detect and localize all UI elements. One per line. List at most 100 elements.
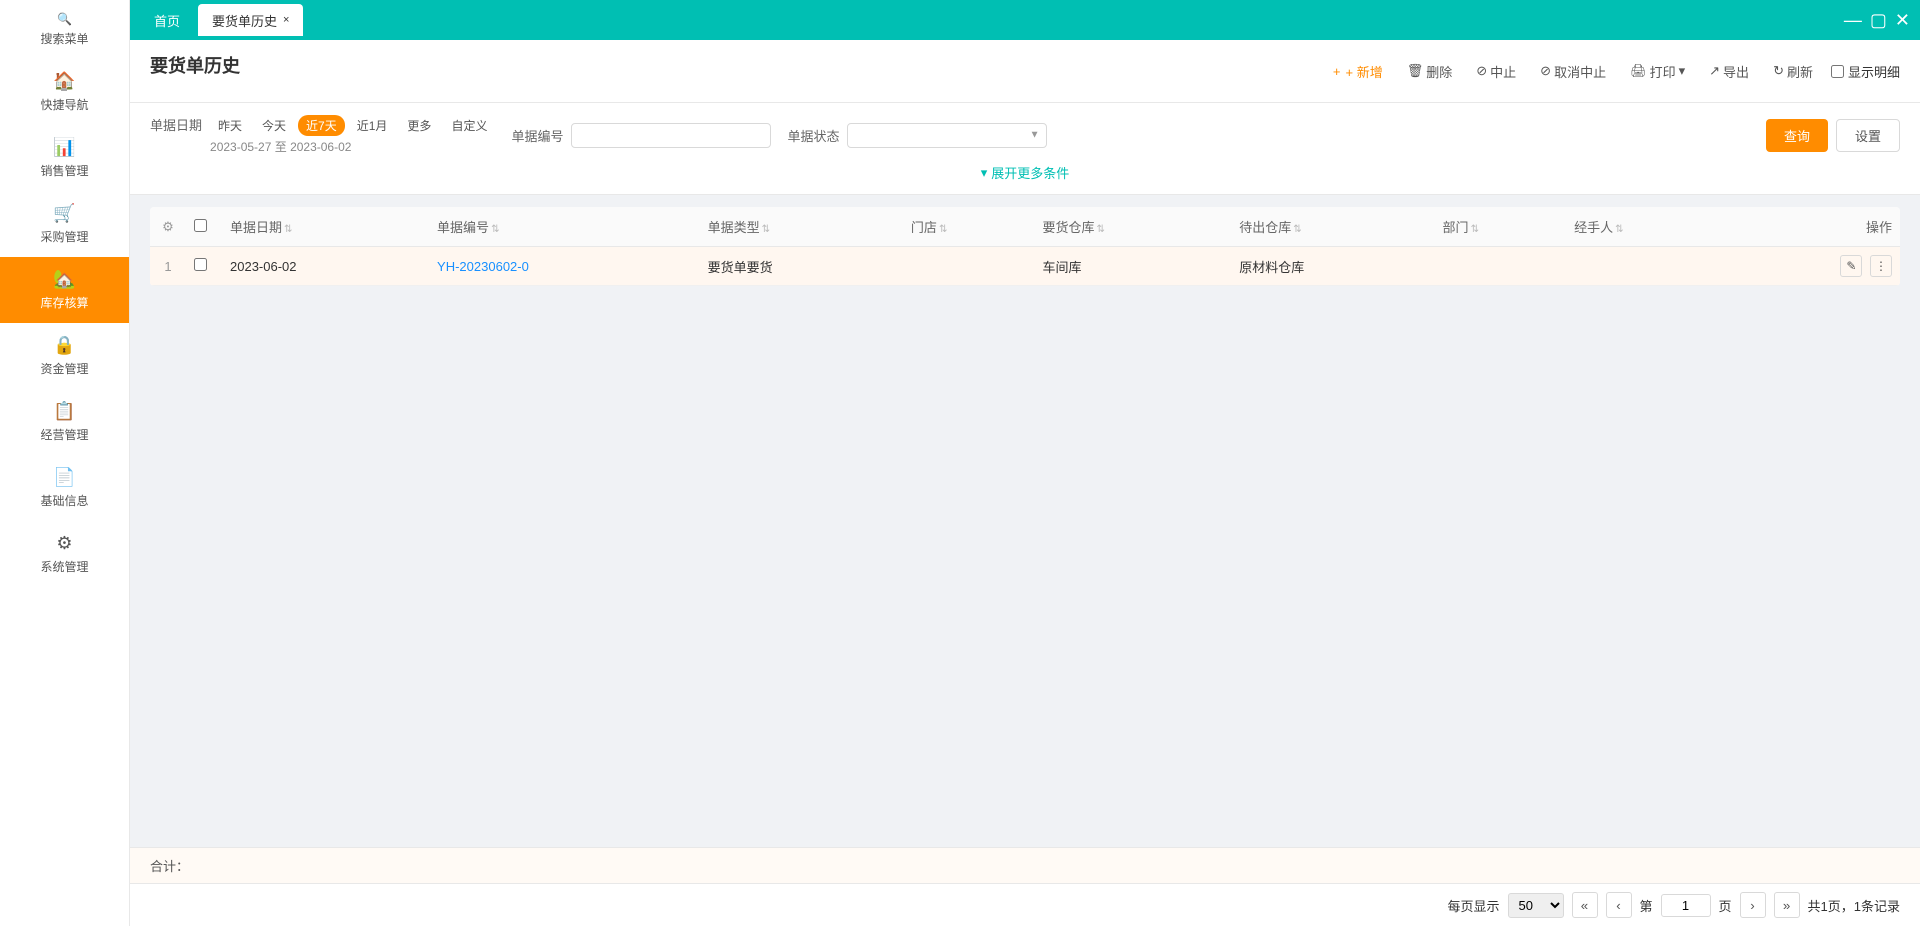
date-filter-label: 单据日期 bbox=[150, 115, 202, 134]
date-btn-1month[interactable]: 近1月 bbox=[349, 115, 396, 136]
th-req-warehouse: 要货仓库⇅ bbox=[1034, 207, 1231, 247]
per-page-select[interactable]: 10 20 50 100 bbox=[1508, 893, 1564, 918]
sort-handler-icon[interactable]: ⇅ bbox=[1615, 224, 1623, 235]
sidebar-item-purchase-mgmt[interactable]: 🛒 采购管理 bbox=[0, 191, 129, 257]
per-page-label: 每页显示 bbox=[1447, 896, 1499, 915]
sidebar-item-sales-mgmt[interactable]: 📊 销售管理 bbox=[0, 125, 129, 191]
expand-more-button[interactable]: ▾ 展开更多条件 bbox=[981, 163, 1070, 182]
expand-row: ▾ 展开更多条件 bbox=[150, 163, 1900, 182]
refresh-button[interactable]: ↻ 刷新 bbox=[1767, 58, 1819, 85]
data-table: ⚙ 单据日期⇅ 单据编号⇅ 单 bbox=[150, 207, 1900, 286]
status-filter-group: 单据状态 bbox=[787, 123, 1047, 148]
show-detail-checkbox[interactable] bbox=[1831, 65, 1844, 78]
sys-mgmt-icon: ⚙ bbox=[56, 533, 72, 554]
row-num: 1 bbox=[150, 247, 186, 286]
row-checkbox[interactable] bbox=[194, 258, 207, 271]
cancel-stop-button[interactable]: ⊘ 取消中止 bbox=[1534, 58, 1612, 85]
window-min-button[interactable]: — bbox=[1844, 10, 1862, 31]
row-more-button[interactable]: ⋮ bbox=[1870, 255, 1892, 277]
tab-active[interactable]: 要货单历史 × bbox=[198, 4, 303, 36]
filter-actions: 查询 设置 bbox=[1766, 119, 1900, 152]
pagination: 每页显示 10 20 50 100 « ‹ 第 页 › » 共1页，1条记录 bbox=[130, 883, 1920, 926]
window-max-button[interactable]: ▢ bbox=[1870, 10, 1887, 31]
date-btn-yesterday[interactable]: 昨天 bbox=[210, 115, 250, 136]
query-button[interactable]: 查询 bbox=[1766, 119, 1828, 152]
doc-no-input[interactable] bbox=[571, 123, 771, 148]
date-range-display: 2023-05-27 至 2023-06-02 bbox=[210, 138, 495, 155]
last-page-button[interactable]: » bbox=[1774, 892, 1800, 918]
new-button[interactable]: + + 新增 bbox=[1327, 58, 1389, 85]
sort-date-icon[interactable]: ⇅ bbox=[284, 224, 292, 235]
row-checkbox-cell bbox=[186, 247, 222, 286]
page: 要货单历史 + + 新增 🗑 删除 ⊘ 中止 ⊘ bbox=[130, 40, 1920, 926]
sidebar-item-sys-mgmt[interactable]: ⚙ 系统管理 bbox=[0, 521, 129, 587]
sort-dest-warehouse-icon[interactable]: ⇅ bbox=[1293, 224, 1301, 235]
date-btn-custom[interactable]: 自定义 bbox=[443, 115, 495, 136]
export-icon: ↗ bbox=[1709, 63, 1720, 79]
export-button[interactable]: ↗ 导出 bbox=[1703, 58, 1755, 85]
total-info: 共1页，1条记录 bbox=[1808, 896, 1900, 915]
row-edit-button[interactable]: ✎ bbox=[1840, 255, 1862, 277]
tab-home[interactable]: 首页 bbox=[140, 4, 194, 36]
sidebar-item-basic-info[interactable]: 📄 基础信息 bbox=[0, 455, 129, 521]
table-body: 1 2023-06-02 YH-20230602-0 要货单要货 车间库 原材料… bbox=[150, 247, 1900, 286]
select-all-checkbox[interactable] bbox=[194, 219, 207, 232]
search-icon: 🔍 bbox=[57, 12, 72, 26]
plus-icon: + bbox=[1333, 64, 1341, 79]
refresh-icon: ↻ bbox=[1773, 63, 1784, 79]
tab-close-icon[interactable]: × bbox=[283, 14, 289, 26]
page-number-input[interactable] bbox=[1661, 894, 1711, 917]
delete-button[interactable]: 🗑 删除 bbox=[1401, 58, 1459, 85]
stop-icon: ⊘ bbox=[1476, 63, 1487, 79]
table-footer: 合计： bbox=[130, 847, 1920, 883]
table-row: 1 2023-06-02 YH-20230602-0 要货单要货 车间库 原材料… bbox=[150, 247, 1900, 286]
chevron-down-icon: ▾ bbox=[981, 165, 988, 181]
window-close-button[interactable]: ✕ bbox=[1895, 10, 1910, 31]
sort-doc-type-icon[interactable]: ⇅ bbox=[762, 224, 770, 235]
date-btn-today[interactable]: 今天 bbox=[254, 115, 294, 136]
print-button[interactable]: 🖨 打印 ▾ bbox=[1624, 58, 1691, 85]
sidebar-item-ops-mgmt[interactable]: 📋 经营管理 bbox=[0, 389, 129, 455]
cancel-stop-icon: ⊘ bbox=[1540, 63, 1551, 79]
inventory-icon: 🏡 bbox=[53, 269, 75, 290]
date-btn-7days[interactable]: 近7天 bbox=[298, 115, 345, 136]
th-doc-type: 单据类型⇅ bbox=[700, 207, 903, 247]
page-title: 要货单历史 bbox=[150, 52, 240, 78]
sidebar-item-search-menu[interactable]: 🔍 搜索菜单 bbox=[0, 0, 129, 59]
prev-page-button[interactable]: ‹ bbox=[1606, 892, 1632, 918]
header-actions: + + 新增 🗑 删除 ⊘ 中止 ⊘ 取消中止 bbox=[1327, 58, 1900, 85]
sort-doc-no-icon[interactable]: ⇅ bbox=[491, 224, 499, 235]
filter-bar: 单据日期 昨天 今天 近7天 近1月 更多 自定义 2023-05-27 至 2… bbox=[130, 103, 1920, 195]
sidebar-item-inventory[interactable]: 🏡 库存核算 bbox=[0, 257, 129, 323]
status-select[interactable] bbox=[847, 123, 1047, 148]
sort-req-warehouse-icon[interactable]: ⇅ bbox=[1096, 224, 1104, 235]
print-icon: 🖨 bbox=[1630, 63, 1647, 79]
table-container: ⚙ 单据日期⇅ 单据编号⇅ 单 bbox=[150, 207, 1900, 286]
sort-dept-icon[interactable]: ⇅ bbox=[1471, 224, 1479, 235]
doc-no-link[interactable]: YH-20230602-0 bbox=[437, 259, 529, 274]
main-content: 首页 要货单历史 × — ▢ ✕ 要货单历史 + + 新增 🗑 bbox=[130, 0, 1920, 926]
sidebar-item-finance-mgmt[interactable]: 🔒 资金管理 bbox=[0, 323, 129, 389]
row-dept bbox=[1435, 247, 1567, 286]
print-dropdown-icon: ▾ bbox=[1679, 63, 1686, 79]
row-doc-type: 要货单要货 bbox=[700, 247, 903, 286]
date-btn-more[interactable]: 更多 bbox=[399, 115, 439, 136]
next-page-button[interactable]: › bbox=[1740, 892, 1766, 918]
sidebar: 🔍 搜索菜单 🏠 快捷导航 📊 销售管理 🛒 采购管理 🏡 库存核算 🔒 资金管… bbox=[0, 0, 130, 926]
stop-button[interactable]: ⊘ 中止 bbox=[1470, 58, 1522, 85]
first-page-button[interactable]: « bbox=[1572, 892, 1598, 918]
row-ops: ✎ ⋮ bbox=[1730, 247, 1900, 286]
sidebar-item-quick-nav[interactable]: 🏠 快捷导航 bbox=[0, 59, 129, 125]
settings-icon[interactable]: ⚙ bbox=[162, 219, 174, 234]
setting-button[interactable]: 设置 bbox=[1836, 119, 1900, 152]
delete-icon: 🗑 bbox=[1407, 63, 1424, 79]
page-prefix-label: 第 bbox=[1640, 896, 1653, 915]
show-detail-label[interactable]: 显示明细 bbox=[1831, 62, 1900, 81]
table-header: ⚙ 单据日期⇅ 单据编号⇅ 单 bbox=[150, 207, 1900, 247]
row-store bbox=[903, 247, 1035, 286]
topbar: 首页 要货单历史 × — ▢ ✕ bbox=[130, 0, 1920, 40]
th-handler: 经手人⇅ bbox=[1566, 207, 1730, 247]
row-dest-warehouse: 原材料仓库 bbox=[1231, 247, 1434, 286]
sort-store-icon[interactable]: ⇅ bbox=[939, 224, 947, 235]
date-filter-group: 单据日期 昨天 今天 近7天 近1月 更多 自定义 2023-05-27 至 2… bbox=[150, 115, 495, 155]
